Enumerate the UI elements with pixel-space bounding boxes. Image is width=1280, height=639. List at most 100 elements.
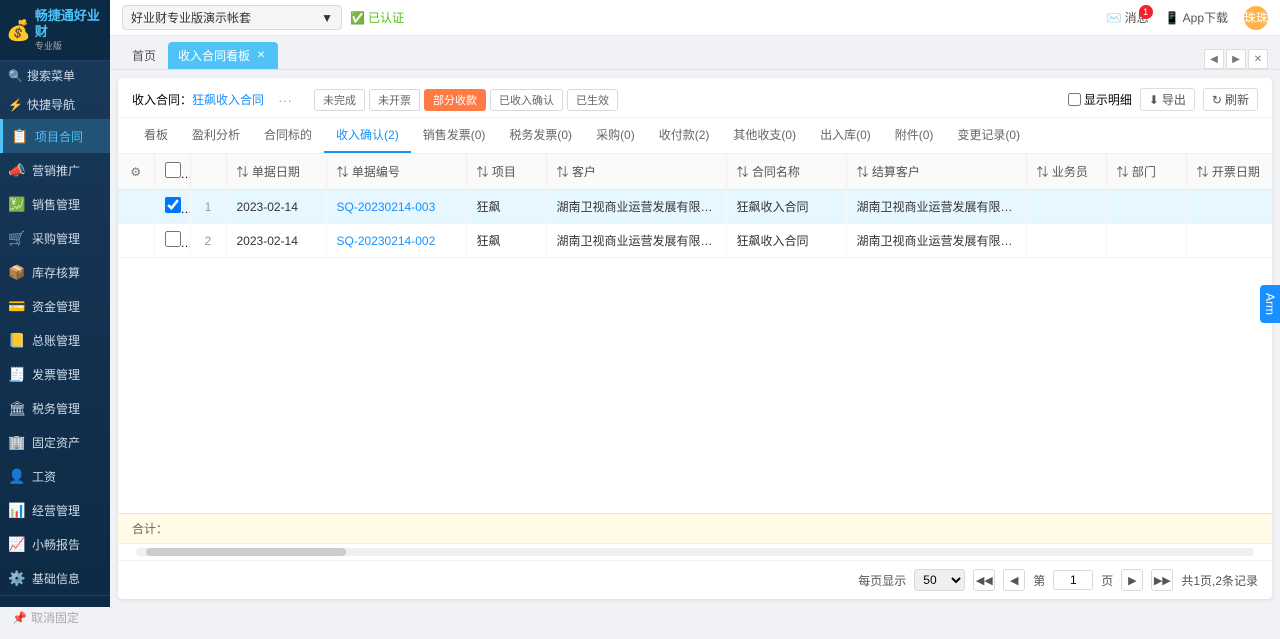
tab-change-log[interactable]: 变更记录(0) bbox=[945, 118, 1032, 153]
cell-checkbox-1[interactable] bbox=[154, 190, 190, 224]
avatar: 珠珠 bbox=[1244, 6, 1268, 30]
status-btn-confirmed[interactable]: 已收入确认 bbox=[490, 89, 563, 111]
link-sq-003[interactable]: SQ-20230214-003 bbox=[337, 200, 436, 214]
link-sq-002[interactable]: SQ-20230214-002 bbox=[337, 234, 436, 248]
row-checkbox-1[interactable] bbox=[165, 197, 181, 213]
col-customer-header[interactable]: ⇅ 客户 bbox=[546, 154, 726, 190]
message-badge: 1 bbox=[1139, 5, 1153, 19]
sidebar-item-sales[interactable]: 💹 销售管理 bbox=[0, 187, 110, 221]
sort-icon-date: ⇅ bbox=[237, 165, 252, 179]
sidebar: 💰 畅捷通好业财 专业版 🔍 搜索菜单 ⚡ 快捷导航 📋 项目合同 📣 营销推广… bbox=[0, 0, 110, 607]
tab-purchase[interactable]: 采购(0) bbox=[584, 118, 647, 153]
sidebar-item-funds[interactable]: 💳 资金管理 bbox=[0, 289, 110, 323]
page-input[interactable] bbox=[1053, 570, 1093, 590]
user-avatar-btn[interactable]: 珠珠 bbox=[1244, 6, 1268, 30]
sidebar-item-project[interactable]: 📋 项目合同 bbox=[0, 119, 110, 153]
last-page-btn[interactable]: ▶▶ bbox=[1151, 569, 1173, 591]
cancel-fixed-item[interactable]: 📌 取消固定 bbox=[8, 604, 102, 631]
tab-nav-arrows: ◀ ▶ ✕ bbox=[1204, 49, 1268, 69]
cell-settings-1[interactable] bbox=[118, 190, 154, 224]
first-page-btn[interactable]: ◀◀ bbox=[973, 569, 995, 591]
col-date-header[interactable]: ⇅ 单据日期 bbox=[226, 154, 326, 190]
col-settings-header[interactable]: ⚙ bbox=[118, 154, 154, 190]
scroll-thumb[interactable] bbox=[146, 548, 346, 556]
col-dept-header[interactable]: ⇅ 部门 bbox=[1106, 154, 1186, 190]
page-label-post: 页 bbox=[1101, 572, 1113, 589]
tab-attachment[interactable]: 附件(0) bbox=[883, 118, 946, 153]
tab-contract-standard[interactable]: 合同标的 bbox=[252, 118, 324, 153]
tab-profit[interactable]: 盈利分析 bbox=[180, 118, 252, 153]
tab-income-confirm[interactable]: 收入确认(2) bbox=[324, 118, 411, 153]
row-checkbox-2[interactable] bbox=[165, 231, 181, 247]
cell-number-1[interactable]: SQ-20230214-003 bbox=[326, 190, 466, 224]
search-menu-item[interactable]: 🔍 搜索菜单 bbox=[0, 61, 110, 90]
tab-kanban[interactable]: 看板 bbox=[132, 118, 180, 153]
sidebar-item-invoice[interactable]: 🧾 发票管理 bbox=[0, 357, 110, 391]
sidebar-item-basic[interactable]: ⚙️ 基础信息 bbox=[0, 561, 110, 595]
tab-prev-btn[interactable]: ◀ bbox=[1204, 49, 1224, 69]
status-btn-effective[interactable]: 已生效 bbox=[567, 89, 618, 111]
home-tab[interactable]: 首页 bbox=[122, 42, 166, 69]
tab-other-income[interactable]: 其他收支(0) bbox=[721, 118, 808, 153]
col-contract-name-header[interactable]: ⇅ 合同名称 bbox=[726, 154, 846, 190]
contract-more-btn[interactable]: ··· bbox=[274, 92, 296, 108]
status-btn-incomplete[interactable]: 未完成 bbox=[314, 89, 365, 111]
status-btn-partial[interactable]: 部分收款 bbox=[424, 89, 486, 111]
select-all-checkbox[interactable] bbox=[165, 162, 181, 178]
quick-nav-item[interactable]: ⚡ 快捷导航 bbox=[0, 90, 110, 119]
cell-number-2[interactable]: SQ-20230214-002 bbox=[326, 224, 466, 258]
prev-page-btn[interactable]: ◀ bbox=[1003, 569, 1025, 591]
next-page-btn[interactable]: ▶ bbox=[1121, 569, 1143, 591]
sidebar-item-inventory[interactable]: 📦 库存核算 bbox=[0, 255, 110, 289]
sidebar-item-mgmt[interactable]: 📊 经营管理 bbox=[0, 493, 110, 527]
cell-customer-1: 湖南卫视商业运营发展有限公司 bbox=[546, 190, 726, 224]
quick-nav-label: 快捷导航 bbox=[27, 96, 75, 113]
tab-payment[interactable]: 收付款(2) bbox=[647, 118, 722, 153]
sidebar-item-report[interactable]: 📈 小畅报告 bbox=[0, 527, 110, 561]
tab-close-btn[interactable]: ✕ bbox=[254, 49, 268, 63]
col-open-date-header[interactable]: ⇅ 开票日期 bbox=[1186, 154, 1272, 190]
certified-label: 已认证 bbox=[368, 9, 404, 26]
active-tab[interactable]: 收入合同看板 ✕ bbox=[168, 42, 278, 69]
scroll-track[interactable] bbox=[136, 548, 1254, 556]
col-number-header[interactable]: ⇅ 单据编号 bbox=[326, 154, 466, 190]
sidebar-item-fixed-asset[interactable]: 🏢 固定资产 bbox=[0, 425, 110, 459]
total-records-info: 共1页,2条记录 bbox=[1181, 572, 1258, 589]
cell-settings-2[interactable] bbox=[118, 224, 154, 258]
table-row[interactable]: 1 2023-02-14 SQ-20230214-003 狂飙 湖南卫视商业运营… bbox=[118, 190, 1272, 224]
right-float-btn[interactable]: Arm bbox=[1260, 285, 1280, 323]
total-label: 合计： bbox=[132, 520, 168, 537]
sidebar-item-label-invoice: 发票管理 bbox=[32, 366, 80, 383]
sidebar-item-general[interactable]: 📒 总账管理 bbox=[0, 323, 110, 357]
app-download-btn[interactable]: 📱 App下载 bbox=[1165, 9, 1228, 26]
export-btn[interactable]: ⬇ 导出 bbox=[1140, 88, 1195, 111]
tab-close-all-btn[interactable]: ✕ bbox=[1248, 49, 1268, 69]
company-selector[interactable]: 好业财专业版演示帐套 ▼ bbox=[122, 5, 342, 30]
col-project-header[interactable]: ⇅ 项目 bbox=[466, 154, 546, 190]
cell-customer-2: 湖南卫视商业运营发展有限公司 bbox=[546, 224, 726, 258]
col-final-customer-header[interactable]: ⇅ 结算客户 bbox=[846, 154, 1026, 190]
tab-sales-invoice[interactable]: 销售发票(0) bbox=[411, 118, 498, 153]
sidebar-item-purchase[interactable]: 🛒 采购管理 bbox=[0, 221, 110, 255]
message-btn[interactable]: ✉️ 1 消息 bbox=[1107, 9, 1149, 26]
cell-open-date-2 bbox=[1186, 224, 1272, 258]
cell-checkbox-2[interactable] bbox=[154, 224, 190, 258]
sidebar-item-tax[interactable]: 🏛 税务管理 bbox=[0, 391, 110, 425]
tab-tax-invoice[interactable]: 税务发票(0) bbox=[497, 118, 584, 153]
table-row[interactable]: 2 2023-02-14 SQ-20230214-002 狂飙 湖南卫视商业运营… bbox=[118, 224, 1272, 258]
col-checkbox-header[interactable] bbox=[154, 154, 190, 190]
tab-in-out[interactable]: 出入库(0) bbox=[808, 118, 883, 153]
right-float-label: Arm bbox=[1263, 293, 1277, 315]
topbar: 好业财专业版演示帐套 ▼ ✅ 已认证 ✉️ 1 消息 📱 App下载 珠珠 bbox=[110, 0, 1280, 36]
pagination: 每页显示 50 20 100 ◀◀ ◀ 第 页 ▶ ▶▶ 共1页,2条记录 bbox=[118, 560, 1272, 599]
table-container: ⚙ ⇅ 单据日期 ⇅ 单据编号 ⇅ 项目 ⇅ 客户 bbox=[118, 154, 1272, 513]
status-btn-uninvoiced[interactable]: 未开票 bbox=[369, 89, 420, 111]
tab-next-btn[interactable]: ▶ bbox=[1226, 49, 1246, 69]
refresh-icon: ↻ bbox=[1212, 93, 1222, 107]
page-size-select[interactable]: 50 20 100 bbox=[914, 569, 965, 591]
show-detail-checkbox[interactable] bbox=[1068, 93, 1081, 106]
sidebar-item-labor[interactable]: 👤 工资 bbox=[0, 459, 110, 493]
refresh-btn[interactable]: ↻ 刷新 bbox=[1203, 88, 1258, 111]
col-salesman-header[interactable]: ⇅ 业务员 bbox=[1026, 154, 1106, 190]
sidebar-item-marketing[interactable]: 📣 营销推广 bbox=[0, 153, 110, 187]
